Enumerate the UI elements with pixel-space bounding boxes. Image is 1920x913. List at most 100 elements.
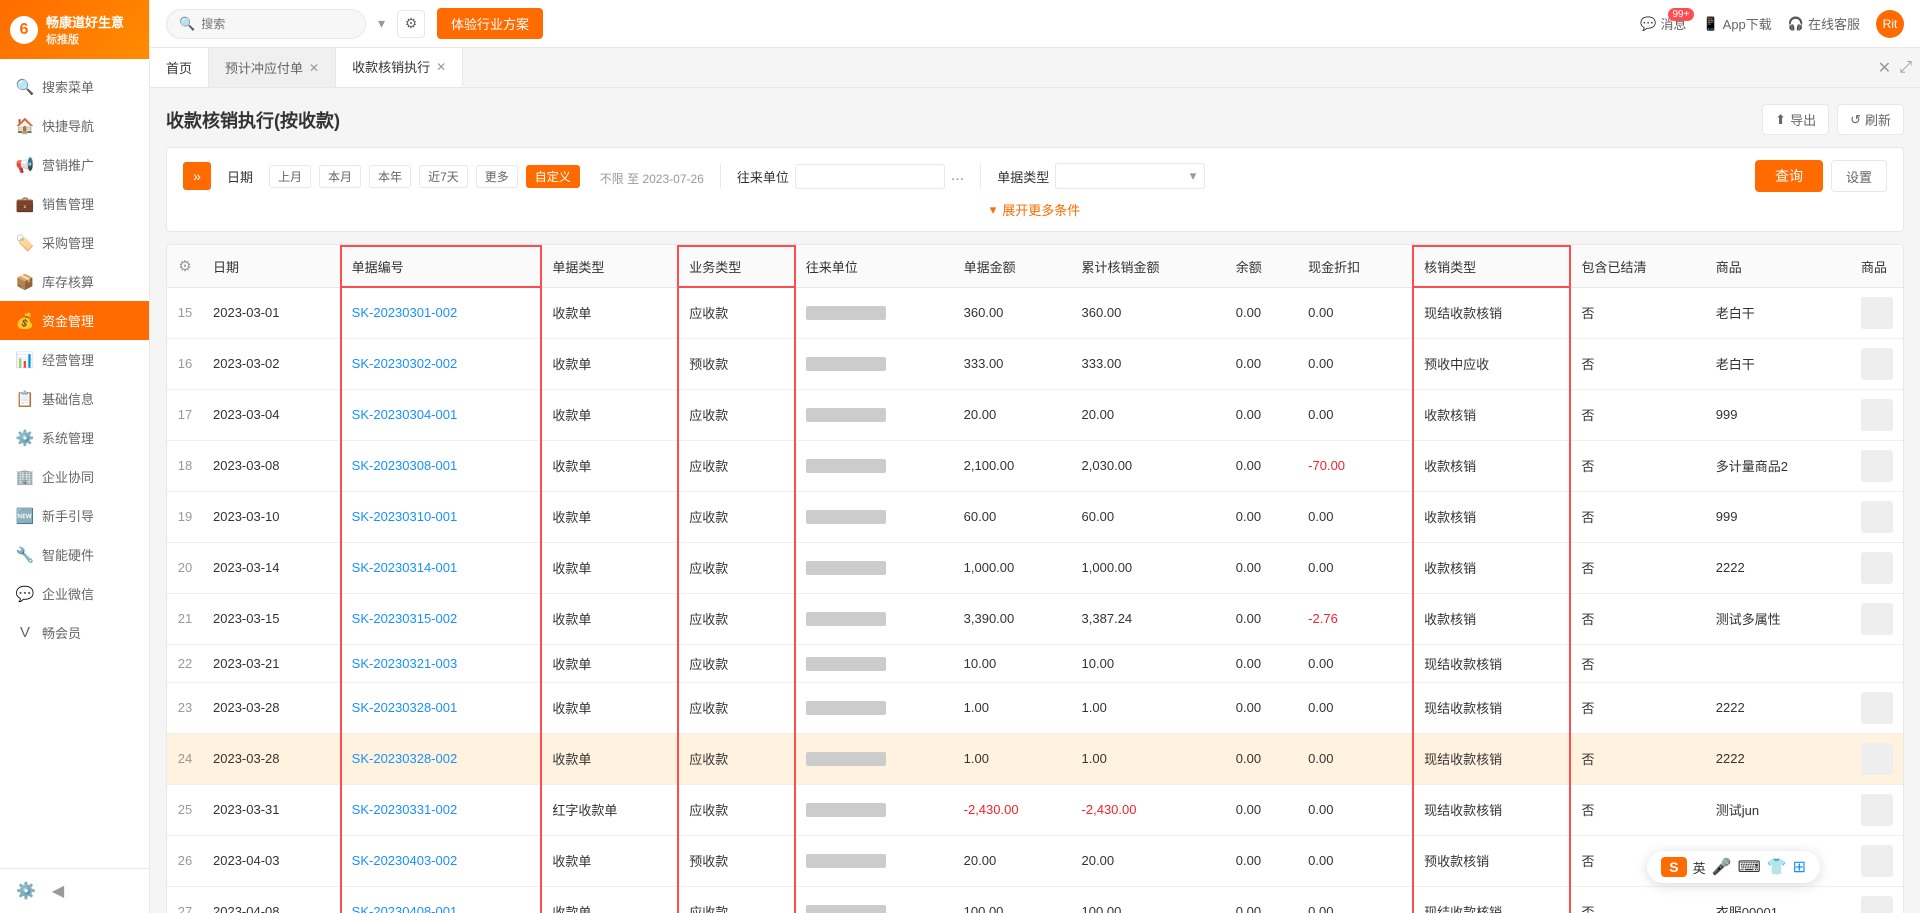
doc-type-field: 单据类型 ▾ <box>997 163 1205 189</box>
cell-cashdisc: -70.00 <box>1298 440 1413 491</box>
filter-settings-button[interactable]: 设置 <box>1831 160 1887 192</box>
cell-idx: 21 <box>167 593 203 644</box>
col-settings-header[interactable]: ⚙ <box>167 246 203 287</box>
docno-link[interactable]: SK-20230310-001 <box>352 509 458 524</box>
maximize-icon[interactable]: ⤢ <box>1899 59 1912 77</box>
cell-canceltype: 预收中应收 <box>1413 338 1570 389</box>
cell-canceltype: 收款核销 <box>1413 440 1570 491</box>
table-scroll[interactable]: ⚙ 日期 单据编号 单据类型 业务类型 往来单位 单据金额 累计核销金额 余额 … <box>167 245 1903 913</box>
date-range-display: 不限 至 2023-07-26 <box>600 166 704 187</box>
settings-col-icon[interactable]: ⚙ <box>178 258 191 275</box>
sidebar-item-guide[interactable]: 🆕新手引导 <box>0 496 149 535</box>
sidebar-item-sales[interactable]: 💼销售管理 <box>0 184 149 223</box>
docno-link[interactable]: SK-20230301-002 <box>352 305 458 320</box>
sidebar-item-base-info[interactable]: 📋基础信息 <box>0 379 149 418</box>
solution-button[interactable]: 体验行业方案 <box>437 8 543 39</box>
last7days-btn[interactable]: 近7天 <box>419 165 468 188</box>
mic-icon[interactable]: 🎤 <box>1712 857 1732 877</box>
last-month-btn[interactable]: 上月 <box>269 165 311 188</box>
table-header-row: ⚙ 日期 单据编号 单据类型 业务类型 往来单位 单据金额 累计核销金额 余额 … <box>167 246 1903 287</box>
grid-icon[interactable]: ⊞ <box>1793 857 1806 877</box>
sidebar-item-enterprise[interactable]: 🏢企业协同 <box>0 457 149 496</box>
doc-type-select[interactable]: ▾ <box>1055 163 1205 189</box>
col-goods1-header: 商品 <box>1706 246 1851 287</box>
search-icon: 🔍 <box>179 16 195 32</box>
search-button[interactable]: 查询 <box>1755 160 1823 192</box>
table-row: 27 2023-04-08 SK-20230408-001 收款单 应收款 10… <box>167 886 1903 913</box>
cell-doctype: 收款单 <box>541 542 678 593</box>
docno-link[interactable]: SK-20230308-001 <box>352 458 458 473</box>
cell-balance: 0.00 <box>1226 440 1298 491</box>
topbar-gear-button[interactable]: ⚙ <box>397 10 425 38</box>
docno-link[interactable]: SK-20230328-001 <box>352 700 458 715</box>
tab-home[interactable]: 首页 <box>150 48 209 87</box>
docno-link[interactable]: SK-20230314-001 <box>352 560 458 575</box>
tab1-close-icon[interactable]: ✕ <box>309 61 319 75</box>
cell-biztype: 应收款 <box>678 682 794 733</box>
docno-link[interactable]: SK-20230302-002 <box>352 356 458 371</box>
sales-icon: 💼 <box>16 195 34 213</box>
docno-link[interactable]: SK-20230403-002 <box>352 853 458 868</box>
tab-pending-payment[interactable]: 预计冲应付单 ✕ <box>209 48 336 87</box>
sidebar-item-marketing[interactable]: 📢营销推广 <box>0 145 149 184</box>
cell-balance: 0.00 <box>1226 784 1298 835</box>
gear-icon: ⚙ <box>405 15 418 32</box>
brand-s-icon[interactable]: S <box>1661 857 1686 877</box>
docno-link[interactable]: SK-20230321-003 <box>352 656 458 671</box>
docno-link[interactable]: SK-20230304-001 <box>352 407 458 422</box>
topbar-search-box[interactable]: 🔍 <box>166 9 366 39</box>
cell-doctype: 收款单 <box>541 835 678 886</box>
docno-link[interactable]: SK-20230328-002 <box>352 751 458 766</box>
topbar-dropdown[interactable]: ▾ <box>378 15 385 32</box>
partner-input[interactable] <box>795 164 945 189</box>
custom-date-btn[interactable]: 自定义 <box>526 165 580 188</box>
online-service-button[interactable]: 🎧 在线客服 <box>1788 14 1860 33</box>
expand-conditions-row[interactable]: ▾ 展开更多条件 <box>183 200 1887 219</box>
tab-payment-writeoff[interactable]: 收款核销执行 ✕ <box>336 48 463 87</box>
sidebar-item-wechat[interactable]: 💬企业微信 <box>0 574 149 613</box>
data-table: ⚙ 日期 单据编号 单据类型 业务类型 往来单位 单据金额 累计核销金额 余额 … <box>167 245 1903 913</box>
sidebar-item-operations[interactable]: 📊经营管理 <box>0 340 149 379</box>
docno-link[interactable]: SK-20230315-002 <box>352 611 458 626</box>
close-window-icon[interactable]: ✕ <box>1878 58 1891 78</box>
this-year-btn[interactable]: 本年 <box>369 165 411 188</box>
finance-icon: 💰 <box>16 312 34 330</box>
sidebar-item-purchase[interactable]: 🏷️采购管理 <box>0 223 149 262</box>
sidebar-item-search-menu[interactable]: 🔍搜索菜单 <box>0 67 149 106</box>
sidebar-item-finance[interactable]: 💰 资金管理 <box>0 301 149 340</box>
partner-ellipsis[interactable]: ... <box>951 167 964 185</box>
refresh-button[interactable]: ↺ 刷新 <box>1837 104 1904 135</box>
ying-icon[interactable]: 英 <box>1693 858 1706 877</box>
search-input[interactable] <box>201 17 353 31</box>
cell-goods1: 测试多属性 <box>1706 593 1851 644</box>
partner-blurred <box>806 701 886 715</box>
docno-link[interactable]: SK-20230408-001 <box>352 904 458 913</box>
sidebar-item-member[interactable]: V畅会员 <box>0 613 149 652</box>
sidebar-item-sys-manage[interactable]: ⚙️系统管理 <box>0 418 149 457</box>
app-download-button[interactable]: 📱 App下载 <box>1702 14 1771 33</box>
col-cashdisc-header: 现金折扣 <box>1298 246 1413 287</box>
avatar[interactable]: Rit <box>1876 10 1904 38</box>
cell-date: 2023-03-15 <box>203 593 341 644</box>
keyboard-icon[interactable]: ⌨ <box>1738 857 1761 877</box>
sidebar-label-member: 畅会员 <box>42 623 81 642</box>
export-button[interactable]: ⬆ 导出 <box>1762 104 1829 135</box>
cell-writtenoff: 1.00 <box>1072 682 1226 733</box>
settings-bottom-icon[interactable]: ⚙️ <box>16 881 36 901</box>
collapse-icon[interactable]: ◀ <box>52 881 64 901</box>
col-doctype-header: 单据类型 <box>541 246 678 287</box>
sidebar-label-finance: 资金管理 <box>42 311 94 330</box>
cell-amount: 3,390.00 <box>954 593 1072 644</box>
sidebar-item-hardware[interactable]: 🔧智能硬件 <box>0 535 149 574</box>
shirt-icon[interactable]: 👕 <box>1767 857 1787 877</box>
sidebar-item-quick-nav[interactable]: 🏠快捷导航 <box>0 106 149 145</box>
cell-goods1: 2222 <box>1706 542 1851 593</box>
tab2-close-icon[interactable]: ✕ <box>436 60 446 74</box>
sidebar-item-inventory[interactable]: 📦库存核算 <box>0 262 149 301</box>
docno-link[interactable]: SK-20230331-002 <box>352 802 458 817</box>
more-date-btn[interactable]: 更多 <box>476 165 518 188</box>
message-button[interactable]: 💬 消息 99+ <box>1640 14 1686 33</box>
cell-settled: 否 <box>1570 338 1705 389</box>
this-month-btn[interactable]: 本月 <box>319 165 361 188</box>
filter-expand-button[interactable]: » <box>183 162 211 190</box>
